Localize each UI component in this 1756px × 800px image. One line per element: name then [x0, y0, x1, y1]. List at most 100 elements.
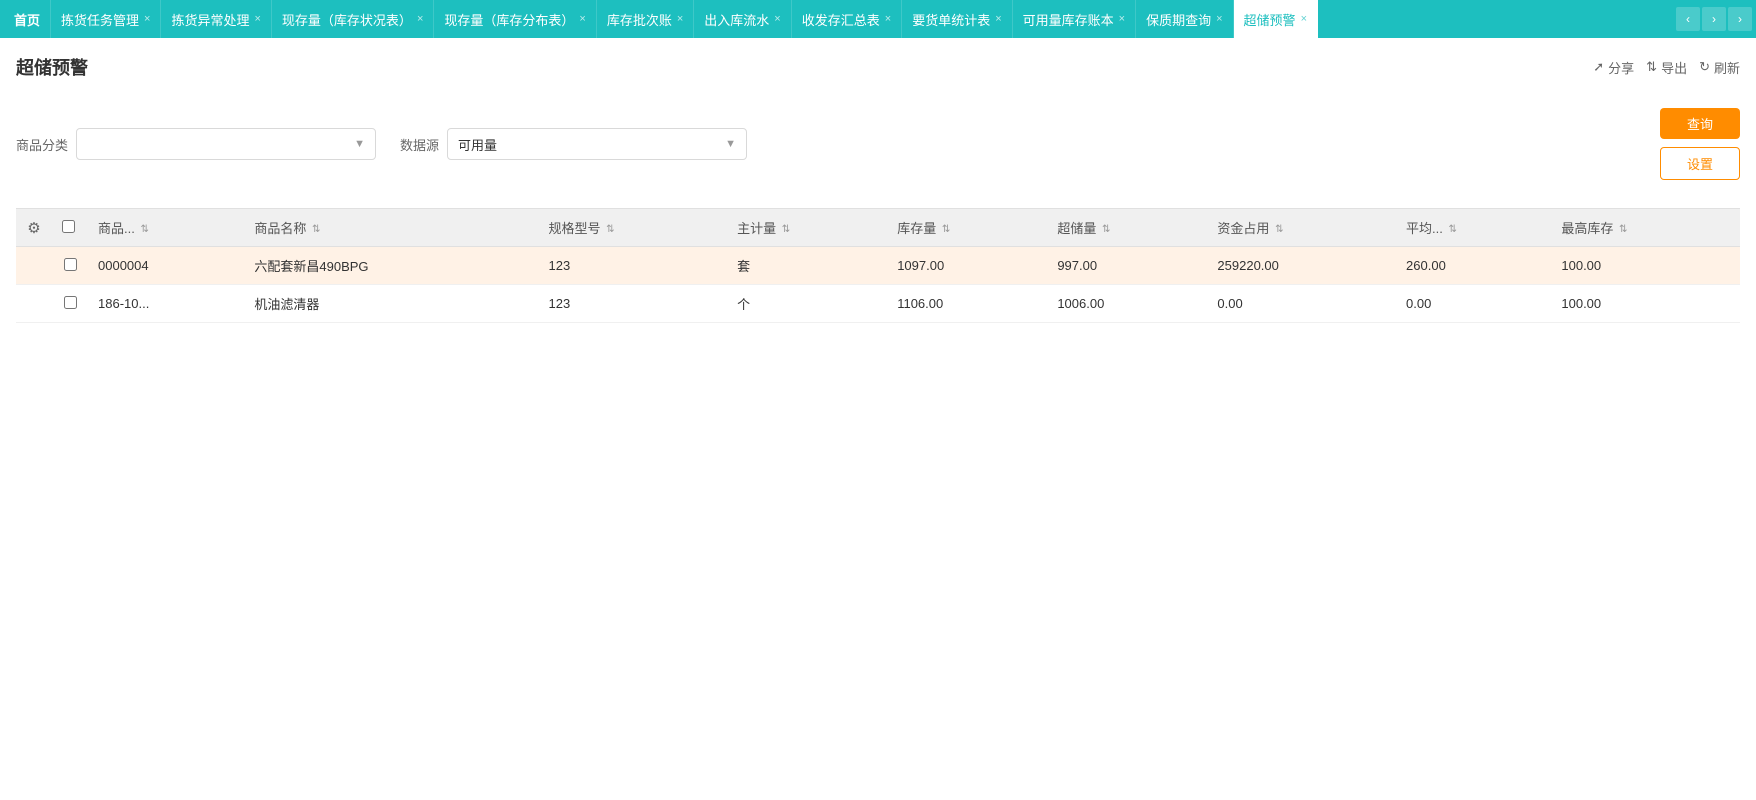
query-button[interactable]: 查询 [1660, 108, 1740, 139]
row-product-code-0: 0000004 [88, 247, 244, 285]
row-max-stock-1: 100.00 [1551, 285, 1740, 323]
refresh-action[interactable]: ↻ 刷新 [1699, 58, 1740, 77]
share-icon: ➚ [1593, 59, 1604, 75]
col-product-code[interactable]: 商品... ⇅ [88, 209, 244, 247]
sort-icon-8: ⇅ [1449, 224, 1457, 235]
tab-1[interactable]: 拣货任务管理 × [51, 0, 161, 38]
col-product-name[interactable]: 商品名称 ⇅ [244, 209, 538, 247]
row-product-code-1: 186-10... [88, 285, 244, 323]
col-capital-occupied[interactable]: 资金占用 ⇅ [1207, 209, 1396, 247]
row-settings-0 [16, 247, 52, 285]
col-overstock[interactable]: 超储量 ⇅ [1047, 209, 1207, 247]
close-tab-4[interactable]: × [579, 13, 585, 25]
row-unit-1: 个 [727, 285, 887, 323]
table-header-row: ⚙ 商品... ⇅ 商品名称 ⇅ 规格型号 ⇅ 主计量 [16, 209, 1740, 247]
tab-6[interactable]: 出入库流水 × [694, 0, 791, 38]
nav-arrows: ‹ › › [1676, 7, 1752, 31]
page-header: 超储预警 ➚ 分享 ⇅ 导出 ↻ 刷新 [16, 54, 1740, 80]
sort-icon-2: ⇅ [312, 224, 320, 235]
gear-icon[interactable]: ⚙ [27, 219, 40, 237]
tab-3[interactable]: 现存量（库存状况表） × [272, 0, 434, 38]
col-checkbox [52, 209, 88, 247]
close-tab-1[interactable]: × [144, 13, 150, 25]
tab-7[interactable]: 收发存汇总表 × [792, 0, 902, 38]
sort-icon-5: ⇅ [942, 224, 950, 235]
tab-8[interactable]: 要货单统计表 × [902, 0, 1012, 38]
close-tab-11[interactable]: × [1301, 13, 1307, 25]
product-category-select[interactable]: ▼ [76, 128, 376, 160]
tab-4[interactable]: 现存量（库存分布表） × [434, 0, 596, 38]
nav-more-btn[interactable]: › [1728, 7, 1752, 31]
page-title: 超储预警 [16, 54, 88, 80]
header-actions: ➚ 分享 ⇅ 导出 ↻ 刷新 [1593, 58, 1740, 77]
table-row: 186-10... 机油滤清器 123 个 1106.00 1006.00 0.… [16, 285, 1740, 323]
close-tab-8[interactable]: × [995, 13, 1001, 25]
product-category-label: 商品分类 [16, 135, 68, 154]
tab-9[interactable]: 可用量库存账本 × [1013, 0, 1136, 38]
row-average-0: 260.00 [1396, 247, 1551, 285]
filter-bar: 商品分类 ▼ 数据源 可用量 ▼ 查询 设置 [16, 96, 1740, 192]
close-tab-6[interactable]: × [774, 13, 780, 25]
row-stock-0: 1097.00 [887, 247, 1047, 285]
sort-icon-3: ⇅ [606, 224, 614, 235]
col-unit[interactable]: 主计量 ⇅ [727, 209, 887, 247]
row-capital-1: 0.00 [1207, 285, 1396, 323]
close-tab-2[interactable]: × [254, 13, 260, 25]
row-number-1 [52, 285, 88, 323]
data-source-filter: 数据源 可用量 ▼ [400, 128, 747, 160]
sort-icon-9: ⇅ [1619, 224, 1627, 235]
row-number-0 [52, 247, 88, 285]
table-row: 0000004 六配套新昌490BPG 123 套 1097.00 997.00… [16, 247, 1740, 285]
row-checkbox-0[interactable] [64, 258, 77, 271]
row-max-stock-0: 100.00 [1551, 247, 1740, 285]
sort-icon: ⇅ [140, 224, 148, 235]
row-spec-model-0: 123 [538, 247, 727, 285]
data-source-select[interactable]: 可用量 ▼ [447, 128, 747, 160]
export-action[interactable]: ⇅ 导出 [1646, 58, 1687, 77]
tab-5[interactable]: 库存批次账 × [597, 0, 694, 38]
nav-bar: 首页 拣货任务管理 × 拣货异常处理 × 现存量（库存状况表） × 现存量（库存… [0, 0, 1756, 38]
row-overstock-0: 997.00 [1047, 247, 1207, 285]
select-all-checkbox[interactable] [62, 220, 75, 233]
product-category-filter: 商品分类 ▼ [16, 128, 376, 160]
close-tab-9[interactable]: × [1119, 13, 1125, 25]
action-buttons: 查询 设置 [1660, 108, 1740, 180]
settings-button[interactable]: 设置 [1660, 147, 1740, 180]
chevron-down-icon-2: ▼ [725, 138, 736, 150]
tab-2[interactable]: 拣货异常处理 × [161, 0, 271, 38]
row-average-1: 0.00 [1396, 285, 1551, 323]
col-stock[interactable]: 库存量 ⇅ [887, 209, 1047, 247]
sort-icon-6: ⇅ [1102, 224, 1110, 235]
col-spec-model[interactable]: 规格型号 ⇅ [538, 209, 727, 247]
col-max-stock[interactable]: 最高库存 ⇅ [1551, 209, 1740, 247]
row-unit-0: 套 [727, 247, 887, 285]
close-tab-10[interactable]: × [1216, 13, 1222, 25]
row-product-name-1: 机油滤清器 [244, 285, 538, 323]
nav-next-btn[interactable]: › [1702, 7, 1726, 31]
close-tab-3[interactable]: × [417, 13, 423, 25]
tab-10[interactable]: 保质期查询 × [1136, 0, 1233, 38]
row-checkbox-1[interactable] [64, 296, 77, 309]
data-source-label: 数据源 [400, 135, 439, 154]
sort-icon-7: ⇅ [1275, 224, 1283, 235]
close-tab-7[interactable]: × [885, 13, 891, 25]
row-overstock-1: 1006.00 [1047, 285, 1207, 323]
nav-prev-btn[interactable]: ‹ [1676, 7, 1700, 31]
row-capital-0: 259220.00 [1207, 247, 1396, 285]
row-settings-1 [16, 285, 52, 323]
chevron-down-icon: ▼ [354, 138, 365, 150]
tab-11[interactable]: 超储预警 × [1234, 0, 1318, 38]
row-product-name-0: 六配套新昌490BPG [244, 247, 538, 285]
sort-icon-4: ⇅ [782, 224, 790, 235]
close-tab-5[interactable]: × [677, 13, 683, 25]
nav-home[interactable]: 首页 [4, 0, 51, 38]
col-average[interactable]: 平均... ⇅ [1396, 209, 1551, 247]
share-action[interactable]: ➚ 分享 [1593, 58, 1634, 77]
refresh-icon: ↻ [1699, 59, 1710, 75]
data-source-value: 可用量 [458, 135, 497, 154]
page-content: 超储预警 ➚ 分享 ⇅ 导出 ↻ 刷新 商品分类 ▼ 数据源 [0, 38, 1756, 800]
row-spec-model-1: 123 [538, 285, 727, 323]
export-icon: ⇅ [1646, 59, 1657, 75]
data-table: ⚙ 商品... ⇅ 商品名称 ⇅ 规格型号 ⇅ 主计量 [16, 208, 1740, 323]
row-stock-1: 1106.00 [887, 285, 1047, 323]
